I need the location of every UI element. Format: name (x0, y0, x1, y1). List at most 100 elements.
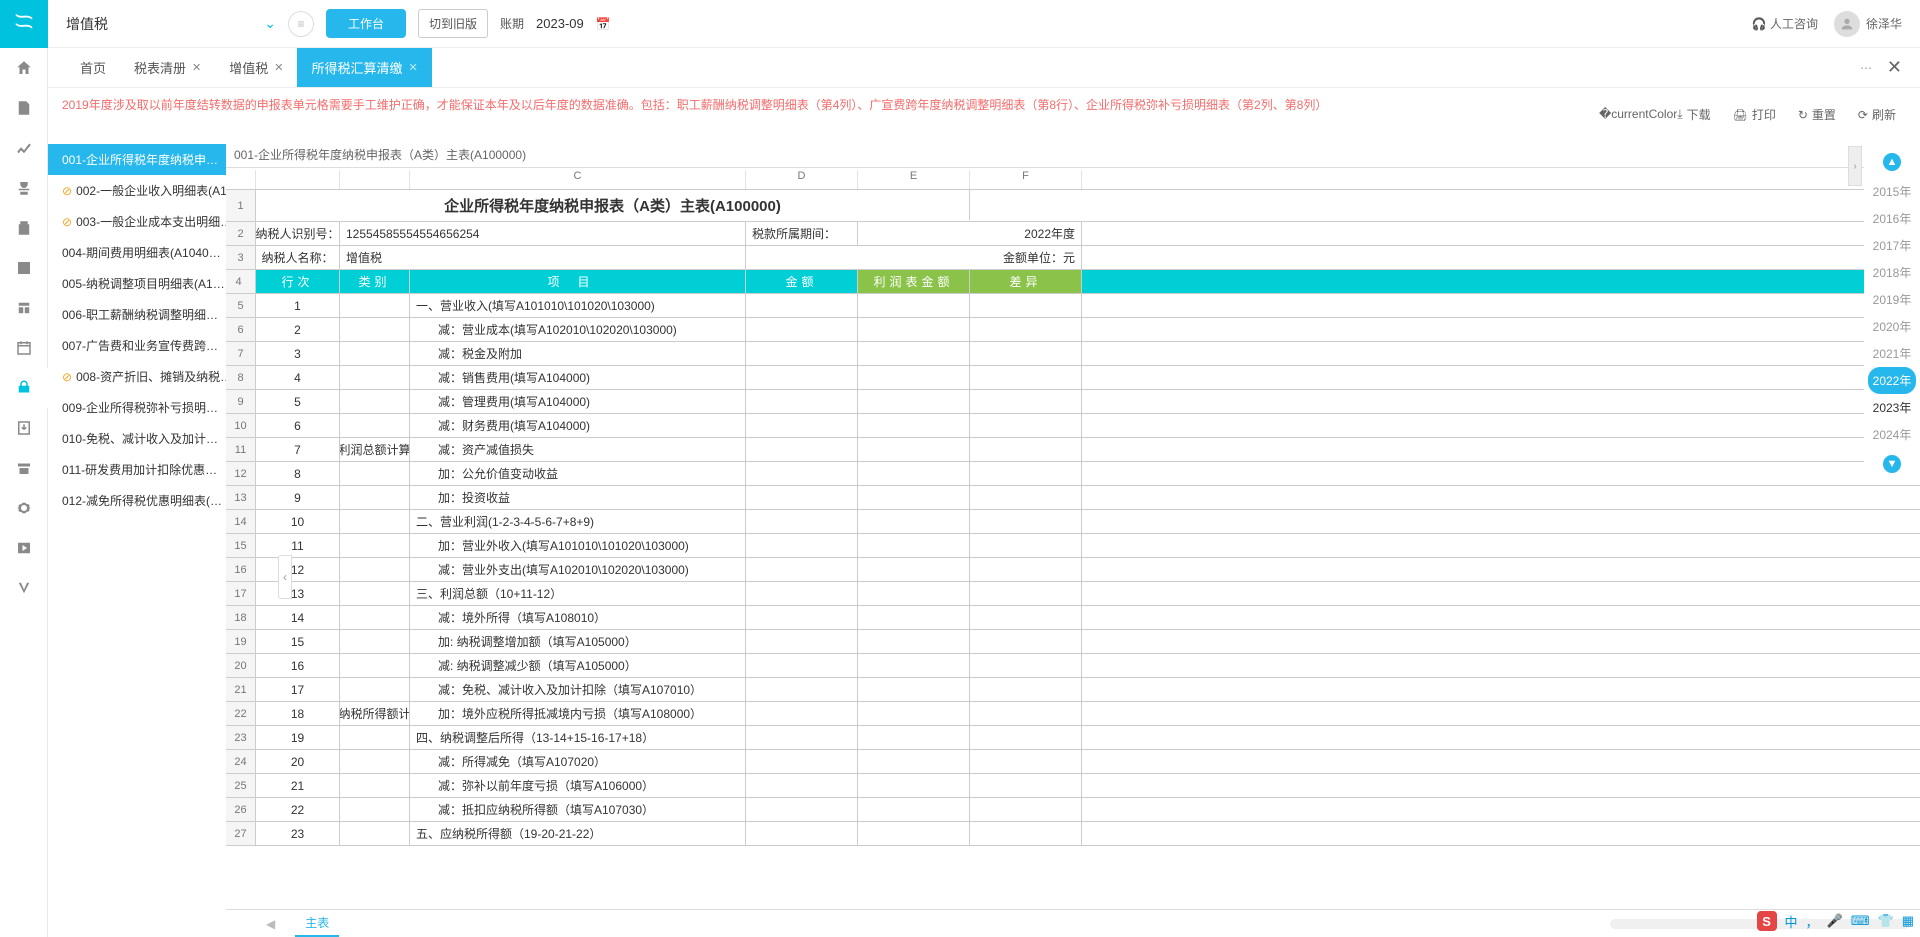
row-number[interactable]: 16 (226, 558, 256, 581)
cell-category[interactable] (340, 822, 410, 845)
cell-diff[interactable] (970, 558, 1082, 581)
cell-pl-amount[interactable] (858, 630, 970, 653)
row-number[interactable]: 25 (226, 774, 256, 797)
cell-amount[interactable] (746, 678, 858, 701)
cell-item[interactable]: 减：营业外支出(填写A102010\102020\103000) (410, 558, 746, 581)
col-header[interactable]: 差异 (970, 270, 1082, 293)
cell-item[interactable]: 减：财务费用(填写A104000) (410, 414, 746, 437)
meta-label[interactable]: 纳税人名称： (256, 246, 340, 269)
grid[interactable]: 1企业所得税年度纳税申报表（A类）主表(A100000)2纳税人识别号：1255… (226, 190, 1920, 909)
cell-diff[interactable] (970, 486, 1082, 509)
row-number[interactable]: 13 (226, 486, 256, 509)
cell-pl-amount[interactable] (858, 726, 970, 749)
cell-amount[interactable] (746, 462, 858, 485)
row-number[interactable]: 7 (226, 342, 256, 365)
cell-pl-amount[interactable] (858, 558, 970, 581)
nav-home-icon[interactable] (0, 48, 48, 88)
year-option[interactable]: 2024年 (1868, 421, 1916, 448)
col-header[interactable]: 利润表金额 (858, 270, 970, 293)
sheet-file-tab[interactable]: 001-企业所得税年度纳税申报表（A类）主表(A100000) (226, 142, 1920, 168)
cell-category[interactable] (340, 558, 410, 581)
cell-amount[interactable] (746, 606, 858, 629)
year-option[interactable]: 2019年 (1868, 286, 1916, 313)
ime-keyboard-icon[interactable]: ⌨ (1851, 913, 1870, 929)
year-option[interactable]: 2016年 (1868, 205, 1916, 232)
cell-amount[interactable] (746, 366, 858, 389)
ime-lang[interactable]: 中 (1785, 912, 1798, 931)
cell-line-no[interactable]: 9 (256, 486, 340, 509)
cell-category[interactable] (340, 606, 410, 629)
form-list-item[interactable]: 011-研发费用加计扣除优惠… (48, 454, 226, 485)
row-number[interactable]: 20 (226, 654, 256, 677)
download-button[interactable]: �currentColor⤓ 下载 (1599, 106, 1711, 123)
form-list-item[interactable]: 005-纳税调整项目明细表(A1… (48, 268, 226, 299)
cell-category[interactable] (340, 630, 410, 653)
cell-pl-amount[interactable] (858, 822, 970, 845)
tab-增值税[interactable]: 增值税✕ (215, 48, 297, 87)
tabs-more-icon[interactable]: ⋯ (1860, 61, 1872, 75)
year-option[interactable]: 2018年 (1868, 259, 1916, 286)
cell-item[interactable]: 减：管理费用(填写A104000) (410, 390, 746, 413)
cell-item[interactable]: 减：销售费用(填写A104000) (410, 366, 746, 389)
cell-line-no[interactable]: 16 (256, 654, 340, 677)
cell-line-no[interactable]: 1 (256, 294, 340, 317)
cell-item[interactable]: 减：所得减免（填写A107020） (410, 750, 746, 773)
year-option[interactable]: 2021年 (1868, 340, 1916, 367)
form-list-item[interactable]: ⊘003-一般企业成本支出明细… (48, 206, 226, 237)
row-number[interactable]: 17 (226, 582, 256, 605)
ime-grid-icon[interactable]: ▦ (1902, 913, 1914, 929)
row-number[interactable]: 4 (226, 270, 256, 293)
period-value[interactable]: 2023-09 (536, 16, 584, 31)
tab-首页[interactable]: 首页 (66, 48, 120, 87)
cell-amount[interactable] (746, 318, 858, 341)
cell-diff[interactable] (970, 726, 1082, 749)
cell-diff[interactable] (970, 678, 1082, 701)
cell-diff[interactable] (970, 582, 1082, 605)
cell-category[interactable] (340, 582, 410, 605)
cell-amount[interactable] (746, 294, 858, 317)
cell-pl-amount[interactable] (858, 318, 970, 341)
nav-export-icon[interactable] (0, 408, 48, 448)
year-option[interactable]: 2020年 (1868, 313, 1916, 340)
workbench-button[interactable]: 工作台 (326, 9, 406, 38)
meta[interactable]: 12554585554554656254 (340, 222, 746, 245)
nav-tax-icon[interactable] (0, 368, 48, 408)
cell-line-no[interactable]: 20 (256, 750, 340, 773)
year-option[interactable]: 2022年 (1868, 367, 1916, 394)
user-menu[interactable]: 徐泽华 (1834, 11, 1902, 37)
cell-diff[interactable] (970, 366, 1082, 389)
cell-line-no[interactable]: 3 (256, 342, 340, 365)
nav-video-icon[interactable] (0, 528, 48, 568)
cell-category[interactable] (340, 342, 410, 365)
cell-item[interactable]: 加：公允价值变动收益 (410, 462, 746, 485)
cell-line-no[interactable]: 6 (256, 414, 340, 437)
year-up-icon[interactable]: ▲ (1883, 153, 1901, 171)
meta-label[interactable]: 税款所属期间： (746, 222, 858, 245)
cell-diff[interactable] (970, 654, 1082, 677)
cell-amount[interactable] (746, 390, 858, 413)
cell-category[interactable] (340, 678, 410, 701)
cell-item[interactable]: 减：免税、减计收入及加计扣除（填写A107010） (410, 678, 746, 701)
list-icon-button[interactable]: ≡ (288, 11, 314, 37)
col-header[interactable]: 项目 (410, 270, 746, 293)
row-number[interactable]: 3 (226, 246, 256, 269)
form-list-item[interactable]: 007-广告费和业务宣传费跨… (48, 330, 226, 361)
ime-brand-icon[interactable]: S (1757, 911, 1777, 931)
cell-amount[interactable] (746, 558, 858, 581)
cell-line-no[interactable]: 17 (256, 678, 340, 701)
calendar-icon[interactable]: 📅 (596, 17, 611, 31)
cell-pl-amount[interactable] (858, 534, 970, 557)
cell-line-no[interactable]: 10 (256, 510, 340, 533)
cell-diff[interactable] (970, 318, 1082, 341)
close-icon[interactable]: ✕ (192, 61, 201, 74)
cell-line-no[interactable]: 14 (256, 606, 340, 629)
company-selector[interactable]: 增值税 ⌄ (66, 14, 276, 34)
switch-old-button[interactable]: 切到旧版 (418, 9, 488, 38)
row-number[interactable]: 22 (226, 702, 256, 725)
cell-line-no[interactable]: 12 (256, 558, 340, 581)
meta[interactable]: 增值税 (340, 246, 746, 269)
collapse-right-icon[interactable]: › (1848, 146, 1862, 186)
row-number[interactable]: 1 (226, 190, 256, 221)
cell-diff[interactable] (970, 822, 1082, 845)
tab-税表清册[interactable]: 税表清册✕ (120, 48, 215, 87)
